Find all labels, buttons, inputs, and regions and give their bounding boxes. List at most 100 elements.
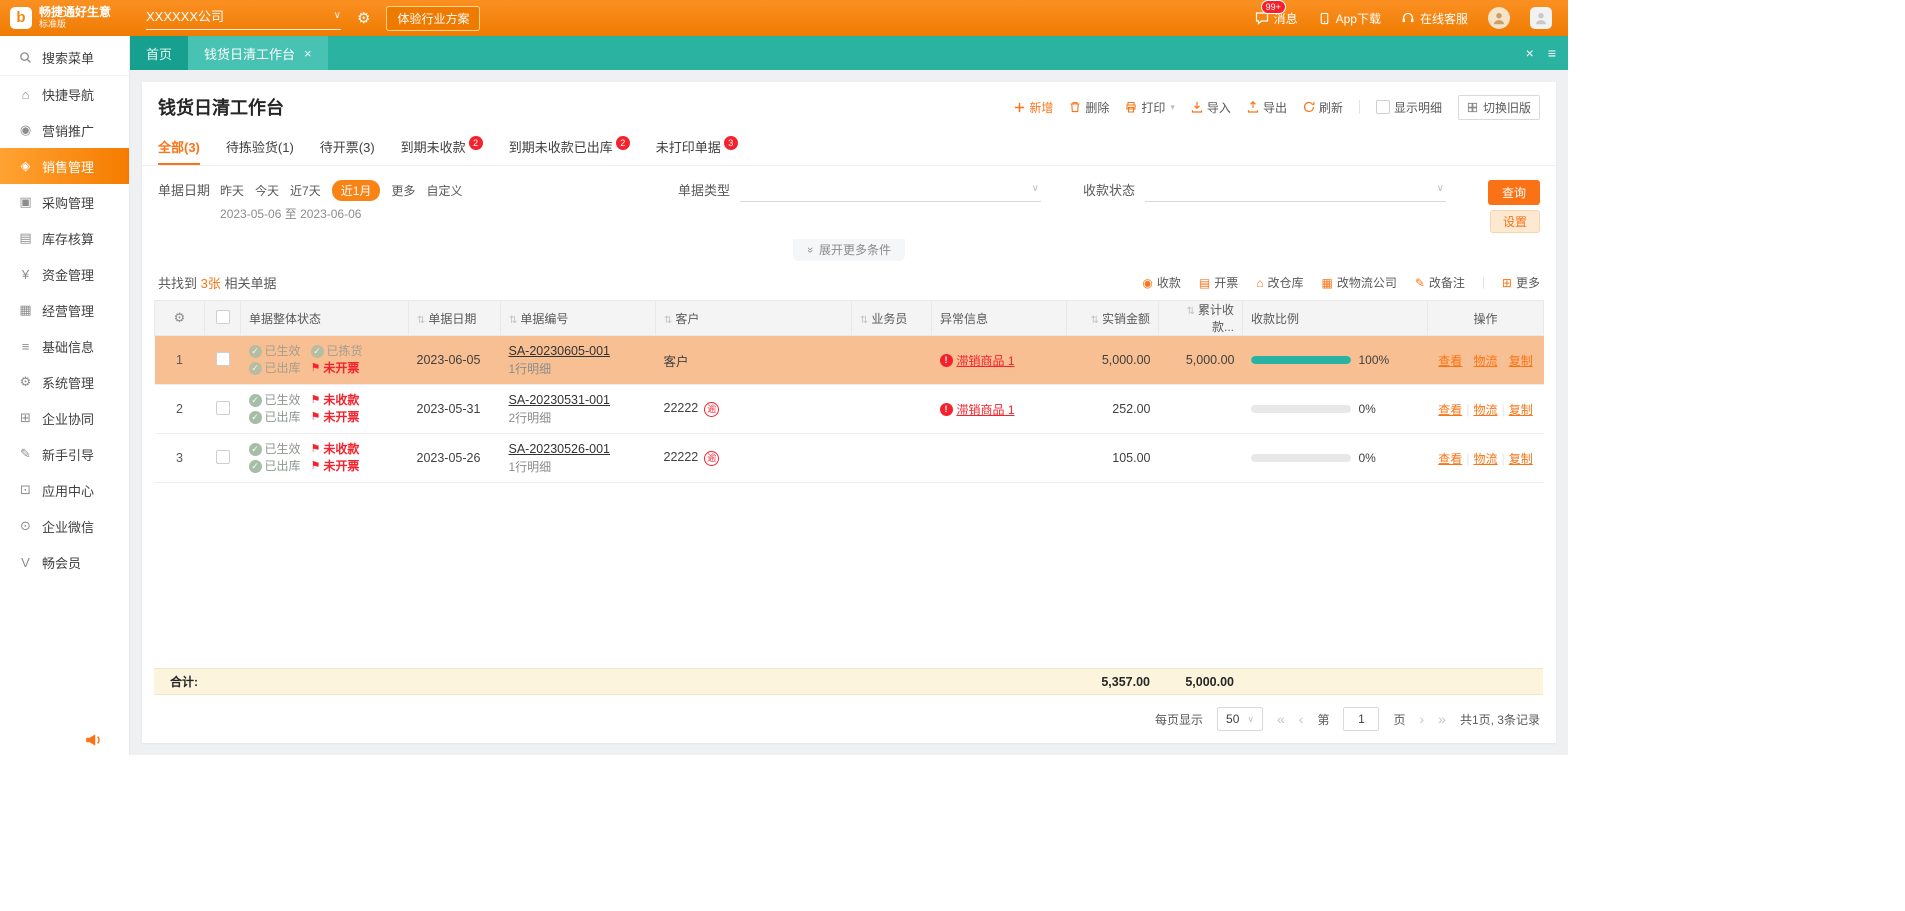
exception-link[interactable]: !滞销商品 1	[940, 401, 1015, 418]
batch-change-remark[interactable]: ✎改备注	[1415, 274, 1465, 291]
sidebar-item-membership[interactable]: V畅会员	[0, 544, 129, 580]
page-tab-bar: 首页 钱货日清工作台 × × ≡	[130, 36, 1568, 70]
show-detail-checkbox[interactable]	[1376, 100, 1390, 114]
sidebar-item-collaboration[interactable]: ⊞企业协同	[0, 400, 129, 436]
grid-icon: ⊞	[18, 410, 33, 426]
col-date[interactable]: ⇅单据日期	[409, 301, 501, 336]
doc-number-link[interactable]: SA-20230531-001	[509, 393, 610, 407]
date-option-today[interactable]: 今天	[255, 182, 279, 199]
col-number[interactable]: ⇅单据编号	[501, 301, 656, 336]
batch-invoice[interactable]: ▤开票	[1199, 274, 1238, 291]
tab-menu-icon[interactable]: ≡	[1548, 45, 1556, 61]
table-row[interactable]: 3 ✓已生效 ⚑未收款 ✓已出库 ⚑未开票	[155, 434, 1544, 483]
col-salesperson[interactable]: ⇅业务员	[852, 301, 932, 336]
tab-workbench[interactable]: 钱货日清工作台 ×	[188, 36, 328, 70]
date-option-yesterday[interactable]: 昨天	[220, 182, 244, 199]
logistics-link[interactable]: 物流	[1473, 354, 1497, 368]
table-row[interactable]: 2 ✓已生效 ⚑未收款 ✓已出库 ⚑未开票	[155, 385, 1544, 434]
close-all-tabs-icon[interactable]: ×	[1526, 45, 1534, 61]
col-received[interactable]: ⇅累计收款...	[1159, 301, 1243, 336]
col-amount[interactable]: ⇅实销金额	[1067, 301, 1159, 336]
sidebar-item-app-center[interactable]: ⊡应用中心	[0, 472, 129, 508]
flag-icon: ⚑	[311, 409, 321, 426]
settings-button[interactable]: 设置	[1490, 210, 1540, 233]
tab-home[interactable]: 首页	[130, 36, 188, 70]
export-button[interactable]: 导出	[1247, 99, 1287, 116]
per-page-select[interactable]: 50∨	[1217, 707, 1263, 731]
import-button[interactable]: 导入	[1191, 99, 1231, 116]
copy-link[interactable]: 复制	[1509, 354, 1533, 368]
flag-icon: ⚑	[311, 441, 321, 458]
doc-type-select[interactable]: ∨	[740, 180, 1041, 202]
gear-icon[interactable]: ⚙	[357, 9, 370, 27]
expand-more-conditions[interactable]: » 展开更多条件	[793, 239, 905, 261]
show-detail-toggle[interactable]: 显示明细	[1376, 99, 1442, 116]
date-option-7days[interactable]: 近7天	[290, 182, 321, 199]
column-settings-icon[interactable]: ⚙	[174, 310, 186, 325]
last-page-button[interactable]: »	[1438, 712, 1446, 726]
voice-assistant-icon[interactable]	[84, 731, 102, 752]
filter-tab-overdue-shipped[interactable]: 到期未收款已出库2	[509, 128, 630, 165]
date-option-1month[interactable]: 近1月	[332, 180, 381, 201]
sidebar-item-inventory[interactable]: ▤库存核算	[0, 220, 129, 256]
first-page-button[interactable]: «	[1277, 712, 1285, 726]
sidebar-item-operations[interactable]: ▦经营管理	[0, 292, 129, 328]
col-customer[interactable]: ⇅客户	[656, 301, 852, 336]
batch-more[interactable]: ⊞更多	[1502, 274, 1540, 291]
row-checkbox[interactable]	[216, 450, 230, 464]
filter-tab-all[interactable]: 全部(3)	[158, 129, 200, 165]
view-link[interactable]: 查看	[1438, 452, 1462, 466]
table-row[interactable]: 1 ✓已生效 ✓已拣货 ✓已出库 ⚑未开票	[155, 336, 1544, 385]
row-checkbox[interactable]	[216, 401, 230, 415]
add-button[interactable]: 新增	[1014, 99, 1053, 116]
delete-button[interactable]: 删除	[1069, 99, 1109, 116]
copy-link[interactable]: 复制	[1509, 403, 1533, 417]
sidebar-item-purchasing[interactable]: ▣采购管理	[0, 184, 129, 220]
filter-tab-overdue-unpaid[interactable]: 到期未收款2	[401, 128, 483, 165]
select-all-checkbox[interactable]	[216, 310, 230, 324]
company-selector[interactable]: XXXXXX公司 ∨	[146, 6, 341, 30]
sidebar-item-quick-nav[interactable]: ⌂快捷导航	[0, 76, 129, 112]
online-support-button[interactable]: 在线客服	[1401, 10, 1468, 27]
sidebar-item-wecom[interactable]: ⊙企业微信	[0, 508, 129, 544]
print-button[interactable]: 打印▾	[1125, 99, 1175, 116]
view-link[interactable]: 查看	[1438, 403, 1462, 417]
messages-button[interactable]: 99+ 消息	[1255, 10, 1298, 27]
row-checkbox[interactable]	[216, 352, 230, 366]
user-avatar[interactable]	[1488, 7, 1510, 29]
batch-change-logistics[interactable]: ▦改物流公司	[1321, 274, 1396, 291]
sidebar-item-beginner-guide[interactable]: ✎新手引导	[0, 436, 129, 472]
sidebar-item-search-menu[interactable]: 搜索菜单	[0, 40, 129, 76]
logistics-link[interactable]: 物流	[1473, 452, 1497, 466]
next-page-button[interactable]: ›	[1420, 712, 1425, 726]
prev-page-button[interactable]: ‹	[1299, 712, 1304, 726]
batch-receive-payment[interactable]: ◉收款	[1142, 274, 1181, 291]
view-link[interactable]: 查看	[1438, 354, 1462, 368]
sidebar-item-funds[interactable]: ¥资金管理	[0, 256, 129, 292]
payment-status-select[interactable]: ∨	[1145, 180, 1446, 202]
copy-link[interactable]: 复制	[1509, 452, 1533, 466]
date-option-more[interactable]: 更多	[391, 182, 415, 199]
filter-tab-unprinted[interactable]: 未打印单据3	[656, 128, 738, 165]
search-button[interactable]: 查询	[1488, 180, 1540, 205]
app-download-button[interactable]: App下载	[1318, 10, 1381, 27]
refresh-button[interactable]: 刷新	[1303, 99, 1343, 116]
batch-change-warehouse[interactable]: ⌂改仓库	[1256, 274, 1303, 291]
switch-legacy-button[interactable]: 切换旧版	[1458, 95, 1540, 120]
close-tab-icon[interactable]: ×	[304, 46, 312, 61]
filter-tab-to-pick[interactable]: 待拣验货(1)	[226, 129, 294, 165]
doc-number-link[interactable]: SA-20230605-001	[509, 344, 610, 358]
page-number-input[interactable]	[1343, 707, 1379, 731]
filter-tab-to-invoice[interactable]: 待开票(3)	[320, 129, 375, 165]
trial-industry-button[interactable]: 体验行业方案	[386, 6, 480, 31]
row-date: 2023-06-05	[409, 336, 501, 385]
date-option-custom[interactable]: 自定义	[426, 182, 462, 199]
sidebar-item-system[interactable]: ⚙系统管理	[0, 364, 129, 400]
secondary-avatar[interactable]	[1530, 7, 1552, 29]
sidebar-item-marketing[interactable]: ◉营销推广	[0, 112, 129, 148]
exception-link[interactable]: !滞销商品 1	[940, 352, 1015, 369]
sidebar-item-base-info[interactable]: ≡基础信息	[0, 328, 129, 364]
logistics-link[interactable]: 物流	[1473, 403, 1497, 417]
sidebar-item-sales[interactable]: ◈销售管理	[0, 148, 129, 184]
doc-number-link[interactable]: SA-20230526-001	[509, 442, 610, 456]
